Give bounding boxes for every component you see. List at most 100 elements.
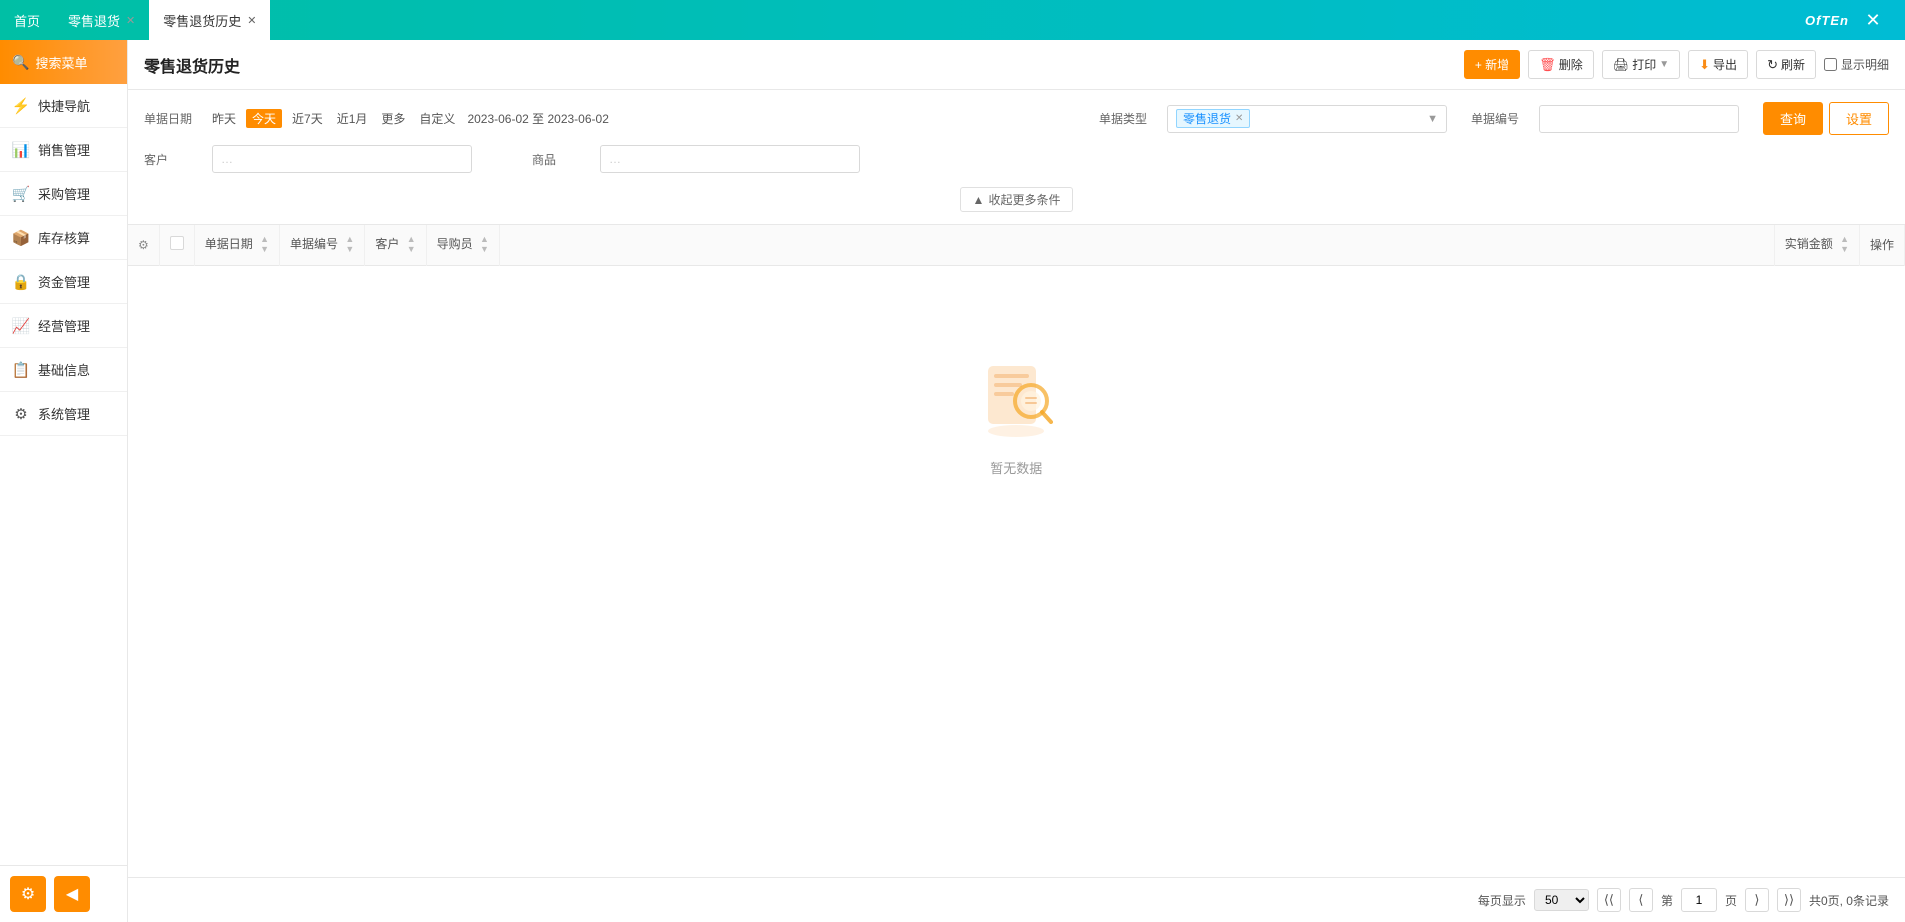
customer-filter-input[interactable]: … — [212, 145, 472, 173]
sidebar-bottom: ⚙ ◀ — [0, 865, 127, 922]
sidebar-item-quick-nav[interactable]: ⚡ 快捷导航 — [0, 84, 127, 128]
th-guide[interactable]: 导购员 ▲▼ — [426, 225, 499, 265]
display-toggle[interactable]: 显示明细 — [1824, 56, 1889, 73]
total-label: 共0页, 0条记录 — [1809, 892, 1889, 909]
th-date[interactable]: 单据日期 ▲▼ — [194, 225, 279, 265]
date-sort-icon: ▲▼ — [260, 235, 269, 255]
top-bar: 首页 零售退货 ✕ 零售退货历史 ✕ OfTEn ✕ — [0, 0, 1905, 40]
next-page-button[interactable]: ⟩ — [1745, 888, 1769, 912]
customer-sort-icon: ▲▼ — [407, 235, 416, 255]
tab-retail-return-history[interactable]: 零售退货历史 ✕ — [149, 0, 270, 40]
date-options: 昨天 今天 近7天 近1月 更多 自定义 — [208, 109, 459, 128]
tab-retail-return-history-close[interactable]: ✕ — [247, 14, 256, 27]
collapse-button[interactable]: ▲ 收起更多条件 — [960, 187, 1074, 212]
filter-area: 单据日期 昨天 今天 近7天 近1月 更多 自定义 2023-06-02 至 2… — [128, 90, 1905, 225]
doc-num-input[interactable] — [1539, 105, 1739, 133]
sidebar-collapse-button[interactable]: ◀ — [54, 876, 90, 912]
goods-filter-label: 商品 — [532, 151, 592, 168]
tab-retail-return-close[interactable]: ✕ — [126, 14, 135, 27]
settings-button[interactable]: 设置 — [1829, 102, 1889, 135]
filter-row-2: 客户 … 商品 … — [144, 145, 1889, 173]
amount-sort-icon: ▲▼ — [1840, 235, 1849, 255]
sidebar-search[interactable]: 🔍 搜索菜单 — [0, 40, 127, 84]
topbar-right: OfTEn ✕ — [1805, 4, 1905, 36]
sidebar-item-basic-info-label: 基础信息 — [38, 360, 90, 379]
sidebar-item-purchase-mgmt[interactable]: 🛒 采购管理 — [0, 172, 127, 216]
main-table: ⚙ 单据日期 ▲▼ 单据编号 ▲▼ — [128, 225, 1905, 557]
per-page-select[interactable]: 50 10 20 100 — [1534, 889, 1589, 911]
purchase-mgmt-icon: 🛒 — [12, 185, 30, 203]
print-button[interactable]: 🖨 打印 ▼ — [1602, 50, 1680, 79]
type-filter-section: 单据类型 零售退货 ✕ ▼ — [1099, 105, 1447, 133]
date-filter-label: 单据日期 — [144, 110, 204, 127]
date-opt-custom[interactable]: 自定义 — [415, 109, 459, 128]
page-title: 零售退货历史 — [144, 53, 240, 77]
th-amount[interactable]: 实销金额 ▲▼ — [1774, 225, 1859, 265]
pagination-footer: 每页显示 50 10 20 100 ⟨⟨ ⟨ 第 页 ⟩ ⟩⟩ 共0页, 0条记… — [128, 877, 1905, 922]
empty-illustration — [966, 346, 1066, 446]
delete-button[interactable]: 🗑 删除 — [1528, 50, 1594, 79]
table-area: ⚙ 单据日期 ▲▼ 单据编号 ▲▼ — [128, 225, 1905, 877]
date-range-text: 2023-06-02 至 2023-06-02 — [467, 110, 608, 127]
new-button[interactable]: + 新增 — [1464, 50, 1520, 79]
quick-nav-icon: ⚡ — [12, 97, 30, 115]
sidebar-item-sales-mgmt[interactable]: 📊 销售管理 — [0, 128, 127, 172]
prev-page-button[interactable]: ⟨ — [1629, 888, 1653, 912]
date-opt-yesterday[interactable]: 昨天 — [208, 109, 240, 128]
refresh-icon: ↻ — [1767, 57, 1778, 73]
sidebar-search-label: 搜索菜单 — [35, 53, 87, 72]
sidebar-item-sys-mgmt[interactable]: ⚙ 系统管理 — [0, 392, 127, 436]
gear-icon: ⚙ — [138, 238, 149, 252]
date-opt-more[interactable]: 更多 — [377, 109, 409, 128]
sidebar-item-sales-mgmt-label: 销售管理 — [38, 140, 90, 159]
th-customer[interactable]: 客户 ▲▼ — [365, 225, 426, 265]
per-page-label: 每页显示 — [1478, 892, 1526, 909]
print-icon: 🖨 — [1613, 57, 1630, 73]
window-close-button[interactable]: ✕ — [1857, 4, 1889, 36]
brand-label: OfTEn — [1805, 13, 1849, 28]
th-doc-no[interactable]: 单据编号 ▲▼ — [280, 225, 365, 265]
select-all-checkbox[interactable] — [170, 236, 184, 250]
query-button[interactable]: 查询 — [1763, 102, 1823, 135]
sidebar-settings-button[interactable]: ⚙ — [10, 876, 46, 912]
sidebar-item-basic-info[interactable]: 📋 基础信息 — [0, 348, 127, 392]
last-page-button[interactable]: ⟩⟩ — [1777, 888, 1801, 912]
sidebar-item-ops-mgmt-label: 经营管理 — [38, 316, 90, 335]
sidebar-item-finance-mgmt[interactable]: 🔒 资金管理 — [0, 260, 127, 304]
sidebar-item-finance-mgmt-label: 资金管理 — [38, 272, 90, 291]
th-action: 操作 — [1859, 225, 1904, 265]
delete-icon: 🗑 — [1539, 57, 1556, 73]
sidebar-item-ops-mgmt[interactable]: 📈 经营管理 — [0, 304, 127, 348]
empty-cell: 暂无数据 — [128, 265, 1905, 557]
goods-filter: 商品 … — [532, 145, 860, 173]
query-buttons: 查询 设置 — [1763, 102, 1889, 135]
th-gear[interactable]: ⚙ — [128, 225, 159, 265]
sidebar-item-inventory[interactable]: 📦 库存核算 — [0, 216, 127, 260]
customer-filter: 客户 … — [144, 145, 472, 173]
display-toggle-checkbox[interactable] — [1824, 58, 1837, 71]
main-layout: 🔍 搜索菜单 ⚡ 快捷导航 📊 销售管理 🛒 采购管理 📦 库存核算 🔒 资金管… — [0, 40, 1905, 922]
customer-filter-label: 客户 — [144, 151, 204, 168]
th-checkbox[interactable] — [159, 225, 194, 265]
empty-text: 暂无数据 — [990, 458, 1042, 477]
type-dropdown-arrow: ▼ — [1427, 113, 1438, 125]
header-actions: + 新增 🗑 删除 🖨 打印 ▼ ⬇ 导出 ↻ 刷新 — [1464, 50, 1889, 79]
page-number-input[interactable] — [1681, 888, 1717, 912]
date-opt-1month[interactable]: 近1月 — [333, 109, 372, 128]
first-page-button[interactable]: ⟨⟨ — [1597, 888, 1621, 912]
date-opt-today[interactable]: 今天 — [246, 109, 282, 128]
refresh-button[interactable]: ↻ 刷新 — [1756, 50, 1816, 79]
filter-row-1: 单据日期 昨天 今天 近7天 近1月 更多 自定义 2023-06-02 至 2… — [144, 102, 1889, 135]
tab-home[interactable]: 首页 — [0, 0, 54, 40]
type-filter-input[interactable]: 零售退货 ✕ ▼ — [1167, 105, 1447, 133]
sidebar-item-sys-mgmt-label: 系统管理 — [38, 404, 90, 423]
sales-mgmt-icon: 📊 — [12, 141, 30, 159]
page-header: 零售退货历史 + 新增 🗑 删除 🖨 打印 ▼ ⬇ 导出 ↻ — [128, 40, 1905, 90]
sys-mgmt-icon: ⚙ — [12, 405, 30, 423]
tab-retail-return[interactable]: 零售退货 ✕ — [54, 0, 149, 40]
export-button[interactable]: ⬇ 导出 — [1688, 50, 1748, 79]
goods-filter-input[interactable]: … — [600, 145, 860, 173]
type-tag-close[interactable]: ✕ — [1235, 113, 1243, 124]
date-opt-7days[interactable]: 近7天 — [288, 109, 327, 128]
inventory-icon: 📦 — [12, 229, 30, 247]
